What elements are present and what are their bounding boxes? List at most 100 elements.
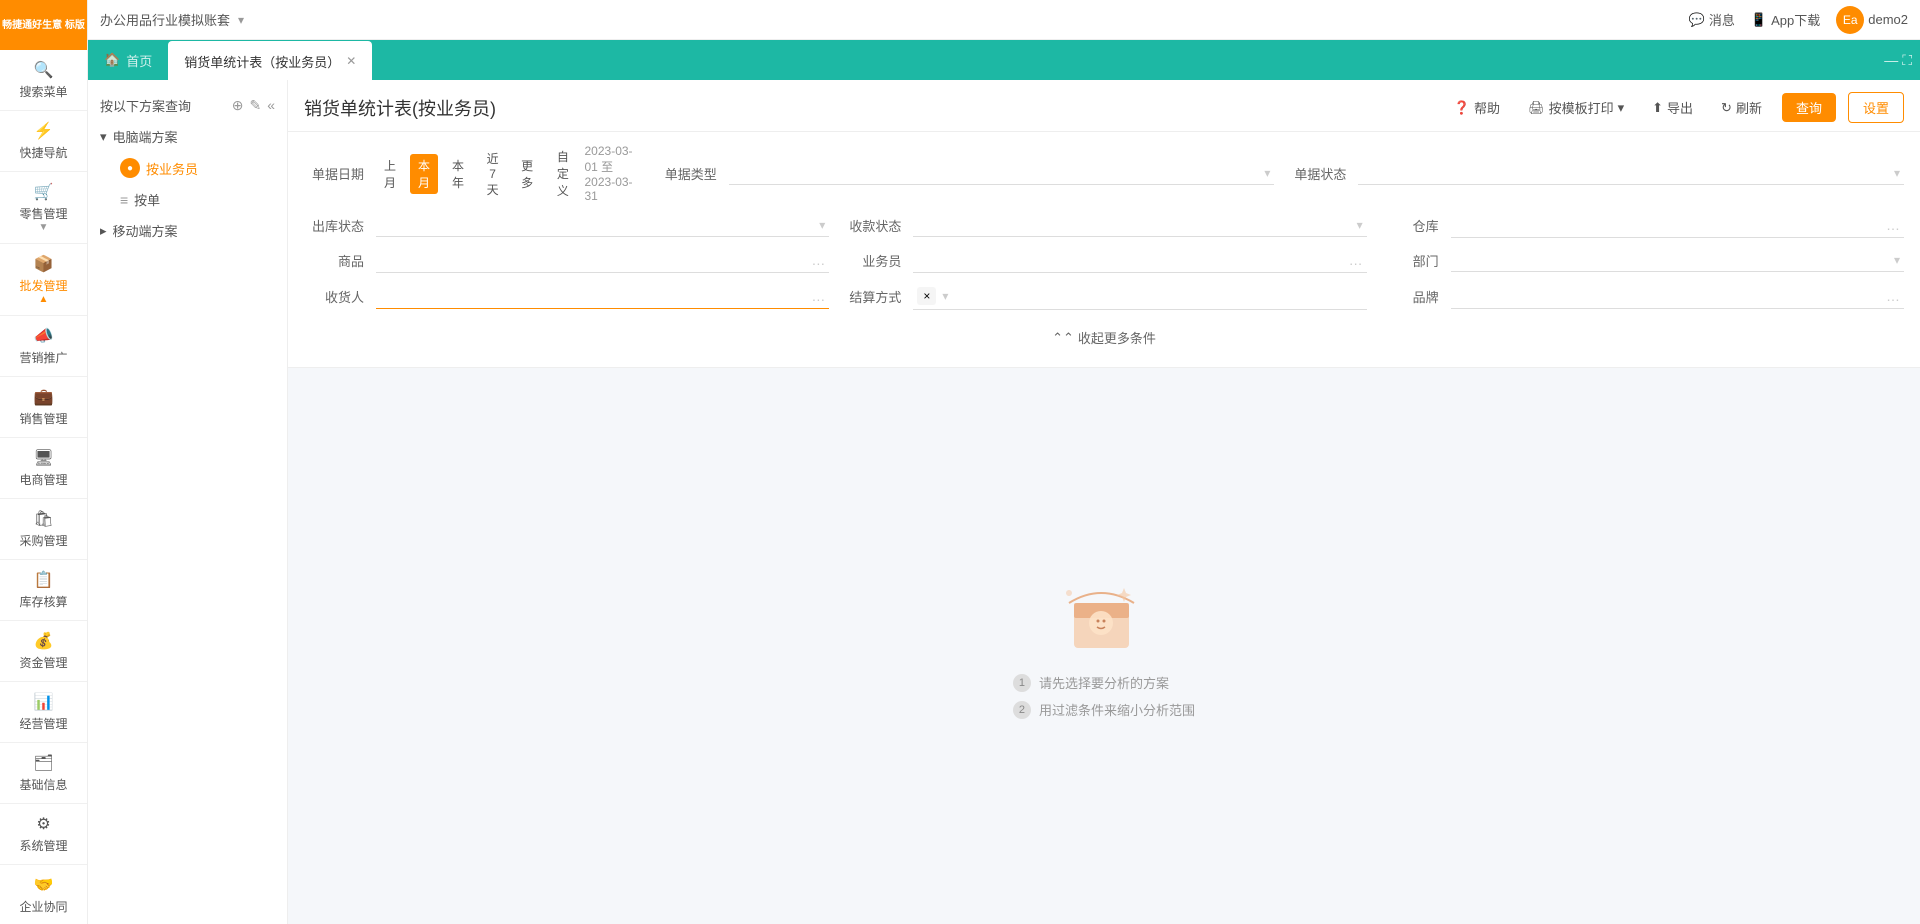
refresh-btn[interactable]: ↻ 刷新 [1713, 94, 1770, 121]
tree-sub-pc: ● 按业务员 ≡ 按单 [88, 152, 287, 215]
warehouse-field[interactable] [1455, 218, 1886, 233]
staff-more-icon[interactable]: … [1349, 252, 1363, 268]
doc-type-select[interactable]: ▾ [729, 162, 1275, 185]
tab-minimize-icon[interactable]: — [1884, 52, 1898, 68]
add-scheme-icon[interactable]: ⊕ [232, 97, 244, 114]
tree-collapse-icon: ▸ [100, 223, 107, 239]
receiver-field[interactable] [380, 289, 811, 304]
sidebar-item-corp[interactable]: 🤝 企业协同 [0, 865, 87, 924]
sidebar-item-base[interactable]: 🗂 基础信息 [0, 743, 87, 804]
doc-type-arrow-icon: ▾ [1264, 166, 1270, 180]
finance-icon: 💰 [34, 631, 54, 651]
quick-icon: ⚡ [34, 121, 54, 141]
brand-field[interactable] [1455, 289, 1886, 304]
sidebar-item-system[interactable]: ⚙ 系统管理 [0, 804, 87, 865]
empty-step-1: 1 请先选择要分析的方案 [1013, 673, 1195, 692]
sidebar-item-sales[interactable]: 💼 销售管理 [0, 377, 87, 438]
sidebar-item-quick[interactable]: ⚡ 快捷导航 [0, 111, 87, 172]
tree-sub-bystaff[interactable]: ● 按业务员 [108, 152, 287, 184]
topbar: 办公用品行业模拟账套 ▾ 💬 消息 📱 App下载 Ea demo2 [88, 0, 1920, 40]
tree-item-pc[interactable]: ▾ 电脑端方案 [88, 121, 287, 152]
message-icon: 💬 [1689, 12, 1705, 28]
topbar-right: 💬 消息 📱 App下载 Ea demo2 [1689, 6, 1908, 34]
left-panel: 按以下方案查询 ⊕ ✎ « ▾ 电脑端方案 ● 按业务员 ≡ 按单 [88, 80, 288, 924]
print-dropdown-icon: ▾ [1618, 100, 1625, 116]
edit-scheme-icon[interactable]: ✎ [249, 97, 261, 114]
query-btn[interactable]: 查询 [1782, 93, 1836, 122]
stock-status-select[interactable]: ▾ [376, 214, 829, 237]
ecom-icon: 🖥 [33, 448, 53, 468]
date-btn-7days[interactable]: 近7天 [478, 147, 507, 201]
sidebar-item-ops[interactable]: 📊 经营管理 [0, 682, 87, 743]
print-btn[interactable]: 🖨 按模板打印 ▾ [1520, 94, 1632, 121]
dept-label: 部门 [1379, 251, 1439, 270]
marketing-icon: 📣 [34, 326, 54, 346]
empty-illustration [1054, 573, 1154, 653]
settlement-select[interactable]: × ▾ [913, 283, 1366, 310]
system-icon: ⚙ [36, 814, 50, 834]
phone-icon: 📱 [1751, 12, 1767, 28]
export-btn[interactable]: ⬆ 导出 [1644, 94, 1701, 121]
tab-salesreport[interactable]: 销货单统计表（按业务员） ✕ [168, 41, 372, 81]
product-input[interactable]: … [376, 248, 829, 273]
tab-close-icon[interactable]: ✕ [346, 54, 356, 68]
warehouse-more-icon[interactable]: … [1886, 217, 1900, 233]
stock-status-arrow-icon: ▾ [819, 218, 825, 232]
product-label: 商品 [304, 251, 364, 270]
collapse-filter-btn[interactable]: ⌃⌃ 收起更多条件 [304, 320, 1904, 355]
date-btn-custom[interactable]: 自定义 [547, 145, 578, 202]
product-field[interactable] [380, 253, 811, 268]
date-btn-thismonth[interactable]: 本月 [410, 154, 438, 194]
user-menu[interactable]: Ea demo2 [1836, 6, 1908, 34]
topbar-dropdown-icon[interactable]: ▾ [238, 13, 244, 27]
message-btn[interactable]: 💬 消息 [1689, 10, 1735, 29]
sidebar-item-retail[interactable]: 🛒 零售管理 ▼ [0, 172, 87, 244]
payment-status-select[interactable]: ▾ [913, 214, 1366, 237]
doc-status-select[interactable]: ▾ [1358, 162, 1904, 185]
app-download-btn[interactable]: 📱 App下载 [1751, 10, 1820, 29]
collapse-icon: ⌃⌃ [1052, 330, 1074, 346]
date-btn-thisyear[interactable]: 本年 [444, 154, 472, 194]
tab-maximize-icon[interactable]: ⛶ [1902, 52, 1912, 69]
active-scheme-dot: ● [120, 158, 140, 178]
tab-home[interactable]: 🏠 首页 [88, 40, 168, 80]
doc-status-arrow-icon: ▾ [1894, 166, 1900, 180]
page-actions: ❓ 帮助 🖨 按模板打印 ▾ ⬆ 导出 ↻ 刷新 [1446, 92, 1904, 123]
date-btn-more[interactable]: 更多 [513, 154, 541, 194]
sidebar-item-marketing[interactable]: 📣 营销推广 [0, 316, 87, 377]
left-panel-actions: ⊕ ✎ « [232, 97, 275, 114]
receiver-more-icon[interactable]: … [811, 288, 825, 304]
brand-input[interactable]: … [1451, 284, 1904, 309]
sidebar-item-search[interactable]: 🔍 搜索菜单 [0, 50, 87, 111]
topbar-title: 办公用品行业模拟账套 [100, 10, 230, 29]
brand-more-icon[interactable]: … [1886, 288, 1900, 304]
bars-icon: ≡ [120, 192, 128, 208]
staff-input[interactable]: … [913, 248, 1366, 273]
warehouse-input[interactable]: … [1451, 213, 1904, 238]
empty-steps: 1 请先选择要分析的方案 2 用过滤条件来缩小分析范围 [1013, 673, 1195, 719]
sidebar-item-finance[interactable]: 💰 资金管理 [0, 621, 87, 682]
print-icon: 🖨 [1528, 100, 1545, 116]
sidebar-item-wholesale[interactable]: 📦 批发管理 ▲ [0, 244, 87, 316]
staff-field[interactable] [917, 253, 1348, 268]
dept-select[interactable]: ▾ [1451, 249, 1904, 272]
date-bar: 上月 本月 本年 近7天 更多 自定义 2023-03-01 至 2023-03… [376, 144, 645, 203]
collapse-panel-icon[interactable]: « [267, 97, 275, 114]
date-btn-lastmonth[interactable]: 上月 [376, 154, 404, 194]
help-btn[interactable]: ❓ 帮助 [1446, 94, 1508, 121]
tree-sub-byorder[interactable]: ≡ 按单 [108, 184, 287, 215]
sidebar-item-ecom[interactable]: 🖥 电商管理 [0, 438, 87, 499]
product-more-icon[interactable]: … [811, 252, 825, 268]
sidebar: 畅捷通好生意 标版 🔍 搜索菜单 ⚡ 快捷导航 🛒 零售管理 ▼ 📦 批发管理 … [0, 0, 88, 924]
sidebar-item-purchase[interactable]: 🛍 采购管理 [0, 499, 87, 560]
step-num-1: 1 [1013, 674, 1031, 692]
brand-label: 品牌 [1379, 287, 1439, 306]
tree-item-mobile[interactable]: ▸ 移动端方案 [88, 215, 287, 246]
page-title: 销货单统计表(按业务员) [304, 95, 496, 121]
settings-btn[interactable]: 设置 [1848, 92, 1904, 123]
ops-icon: 📊 [34, 692, 54, 712]
sidebar-item-stock[interactable]: 📋 库存核算 [0, 560, 87, 621]
settlement-arrow-icon: ▾ [942, 289, 948, 303]
receiver-input[interactable]: … [376, 284, 829, 309]
warehouse-label: 仓库 [1379, 216, 1439, 235]
